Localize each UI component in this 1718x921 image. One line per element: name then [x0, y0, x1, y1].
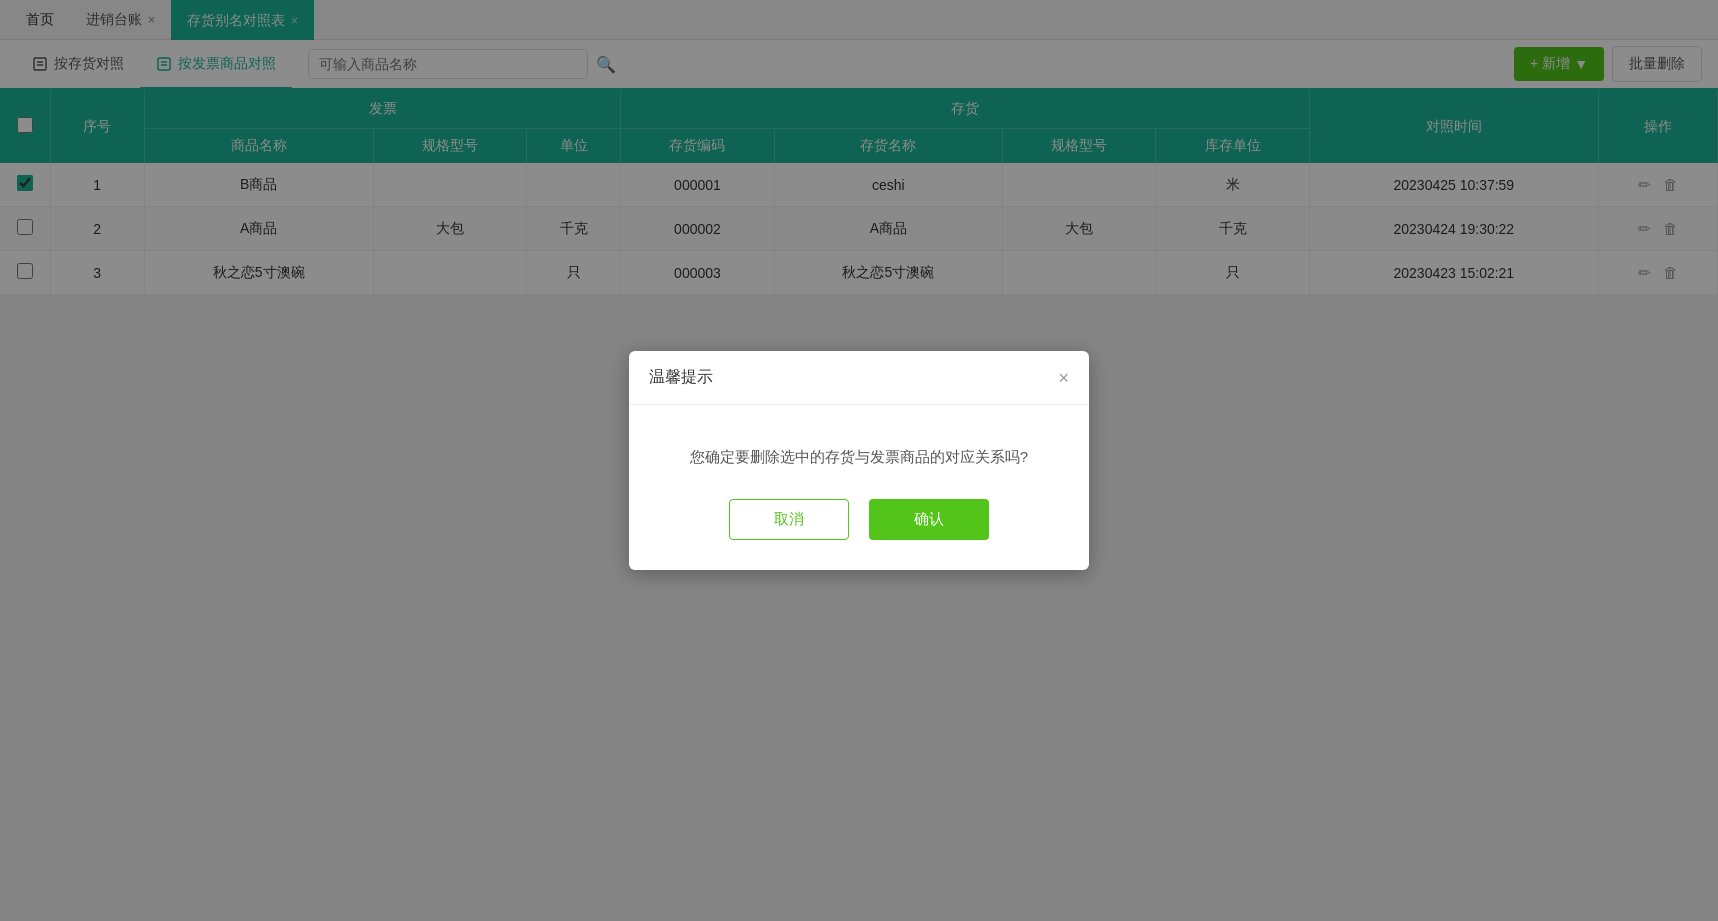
modal-overlay: 温馨提示 × 您确定要删除选中的存货与发票商品的对应关系吗? 取消 确认 [0, 0, 1718, 295]
